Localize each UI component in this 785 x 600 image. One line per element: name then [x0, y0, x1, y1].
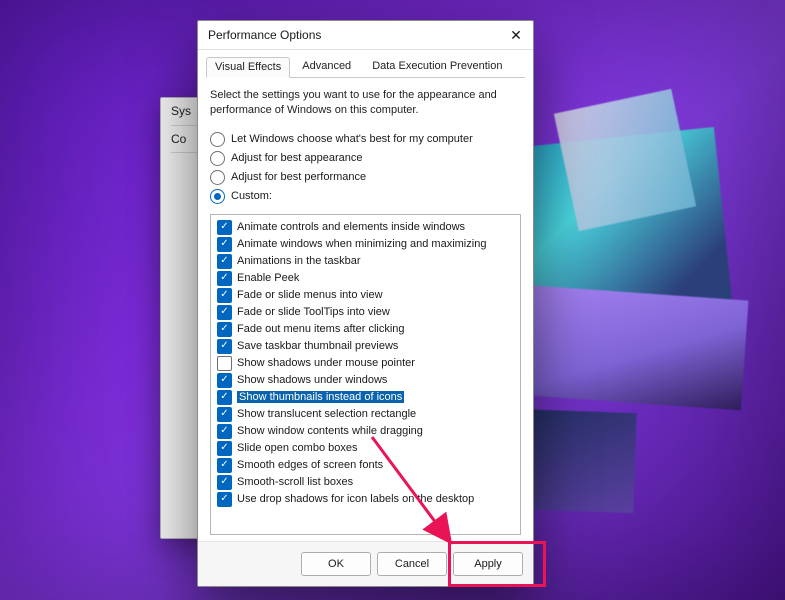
list-item[interactable]: ✓ Smooth-scroll list boxes	[217, 474, 514, 491]
close-icon: ✕	[510, 28, 522, 42]
checkbox-icon[interactable]: ✓	[217, 390, 232, 405]
checkbox-icon[interactable]: ✓	[217, 288, 232, 303]
radio-label: Adjust for best performance	[231, 171, 366, 183]
list-item-label: Show thumbnails instead of icons	[237, 391, 404, 403]
checkbox-icon[interactable]: ✓	[217, 322, 232, 337]
checkbox-icon[interactable]: ✓	[217, 373, 232, 388]
checkbox-icon[interactable]: ✓	[217, 458, 232, 473]
list-item[interactable]: ✓ Fade or slide menus into view	[217, 287, 514, 304]
visual-effects-listbox[interactable]: ✓ Animate controls and elements inside wi…	[210, 214, 521, 535]
list-item[interactable]: ✓ Enable Peek	[217, 270, 514, 287]
list-item-label: Animations in the taskbar	[237, 255, 361, 267]
dialog-title: Performance Options	[208, 28, 321, 42]
dialog-description: Select the settings you want to use for …	[210, 88, 521, 118]
checkbox-icon[interactable]: ✓	[217, 407, 232, 422]
list-item-label: Smooth-scroll list boxes	[237, 476, 353, 488]
list-item-label: Save taskbar thumbnail previews	[237, 340, 398, 352]
checkbox-icon[interactable]: ✓	[217, 492, 232, 507]
checkbox-icon[interactable]	[217, 356, 232, 371]
list-item-label: Show shadows under windows	[237, 374, 387, 386]
list-item-label: Use drop shadows for icon labels on the …	[237, 493, 474, 505]
list-item-label: Smooth edges of screen fonts	[237, 459, 383, 471]
tab-advanced[interactable]: Advanced	[293, 56, 360, 77]
checkbox-icon[interactable]: ✓	[217, 339, 232, 354]
radio-label: Adjust for best appearance	[231, 152, 362, 164]
list-item[interactable]: ✓ Show window contents while dragging	[217, 423, 514, 440]
checkbox-icon[interactable]: ✓	[217, 475, 232, 490]
list-item[interactable]: Show shadows under mouse pointer	[217, 355, 514, 372]
dialog-tabs: Visual EffectsAdvancedData Execution Pre…	[198, 50, 533, 77]
radio-option[interactable]: Custom:	[210, 189, 521, 204]
checkbox-icon[interactable]: ✓	[217, 237, 232, 252]
radio-option[interactable]: Adjust for best performance	[210, 170, 521, 185]
radio-label: Let Windows choose what's best for my co…	[231, 133, 473, 145]
checkbox-icon[interactable]: ✓	[217, 271, 232, 286]
performance-options-dialog: Performance Options ✕ Visual EffectsAdva…	[197, 20, 534, 587]
radio-option[interactable]: Let Windows choose what's best for my co…	[210, 132, 521, 147]
list-item[interactable]: ✓ Show thumbnails instead of icons	[217, 389, 514, 406]
list-item[interactable]: ✓ Slide open combo boxes	[217, 440, 514, 457]
close-button[interactable]: ✕	[505, 25, 527, 45]
dialog-titlebar: Performance Options ✕	[198, 21, 533, 50]
list-item-label: Show shadows under mouse pointer	[237, 357, 415, 369]
checkbox-icon[interactable]: ✓	[217, 305, 232, 320]
list-item[interactable]: ✓ Show shadows under windows	[217, 372, 514, 389]
list-item[interactable]: ✓ Show translucent selection rectangle	[217, 406, 514, 423]
list-item[interactable]: ✓ Animate windows when minimizing and max…	[217, 236, 514, 253]
wallpaper-block	[554, 89, 696, 231]
list-item-label: Slide open combo boxes	[237, 442, 357, 454]
tab-data-execution-prevention[interactable]: Data Execution Prevention	[363, 56, 511, 77]
radio-icon	[210, 132, 225, 147]
list-item[interactable]: ✓ Fade out menu items after clicking	[217, 321, 514, 338]
list-item-label: Fade or slide ToolTips into view	[237, 306, 390, 318]
list-item-label: Fade or slide menus into view	[237, 289, 383, 301]
dialog-body: Select the settings you want to use for …	[198, 78, 533, 541]
dialog-button-row: OK Cancel Apply	[198, 541, 533, 586]
list-item[interactable]: ✓ Use drop shadows for icon labels on the…	[217, 491, 514, 508]
list-item[interactable]: ✓ Smooth edges of screen fonts	[217, 457, 514, 474]
checkbox-icon[interactable]: ✓	[217, 441, 232, 456]
radio-label: Custom:	[231, 190, 272, 202]
list-item-label: Animate controls and elements inside win…	[237, 221, 465, 233]
cancel-button[interactable]: Cancel	[377, 552, 447, 576]
list-item-label: Show translucent selection rectangle	[237, 408, 416, 420]
list-item-label: Animate windows when minimizing and maxi…	[237, 238, 486, 250]
ok-button[interactable]: OK	[301, 552, 371, 576]
radio-icon	[210, 170, 225, 185]
list-item-label: Enable Peek	[237, 272, 299, 284]
list-item-label: Show window contents while dragging	[237, 425, 423, 437]
list-item-label: Fade out menu items after clicking	[237, 323, 405, 335]
list-item[interactable]: ✓ Fade or slide ToolTips into view	[217, 304, 514, 321]
apply-button[interactable]: Apply	[453, 552, 523, 576]
list-item[interactable]: ✓ Animate controls and elements inside wi…	[217, 219, 514, 236]
checkbox-icon[interactable]: ✓	[217, 220, 232, 235]
radio-icon	[210, 151, 225, 166]
tab-visual-effects[interactable]: Visual Effects	[206, 57, 290, 78]
checkbox-icon[interactable]: ✓	[217, 254, 232, 269]
radio-icon	[210, 189, 225, 204]
radio-group: Let Windows choose what's best for my co…	[210, 128, 521, 208]
list-item[interactable]: ✓ Save taskbar thumbnail previews	[217, 338, 514, 355]
list-item[interactable]: ✓ Animations in the taskbar	[217, 253, 514, 270]
checkbox-icon[interactable]: ✓	[217, 424, 232, 439]
radio-option[interactable]: Adjust for best appearance	[210, 151, 521, 166]
